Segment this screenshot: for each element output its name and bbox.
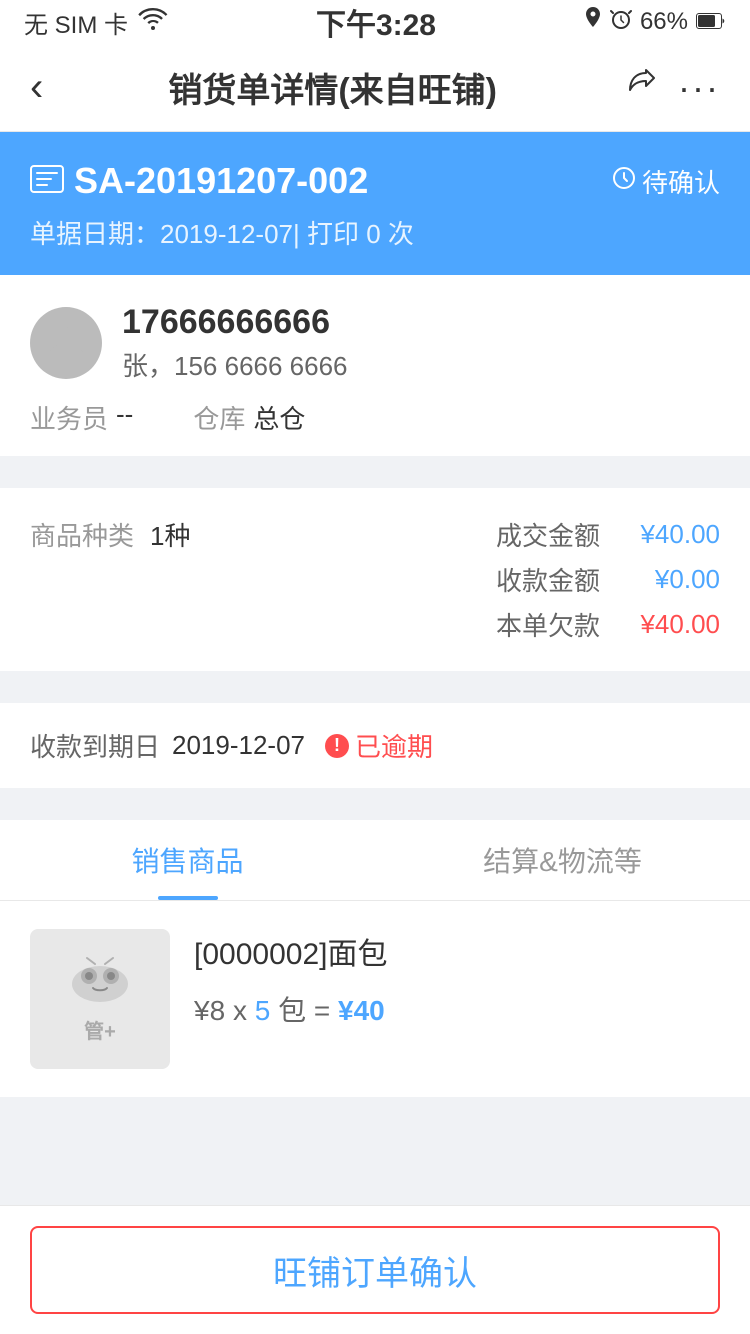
status-text: 待确认 <box>642 163 720 200</box>
balance-value: ¥40.00 <box>620 609 720 640</box>
status-bar: 无 SIM 卡 下午3:28 66% <box>0 0 750 44</box>
product-section: 管+ [0000002]面包 ¥8 x 5 包 = ¥40 <box>0 901 750 1097</box>
header-card: SA-20191207-002 待确认 单据日期：2019-12-07| 打印 … <box>0 132 750 275</box>
product-info: [0000002]面包 ¥8 x 5 包 = ¥40 <box>194 929 720 1029</box>
status-right: 66% <box>584 7 726 38</box>
customer-avatar <box>30 307 102 379</box>
tabs-section: 销售商品 结算&物流等 <box>0 820 750 901</box>
confirm-button-container: 旺铺订单确认 <box>0 1205 750 1334</box>
customer-section: 17666666666 张，156 6666 6666 业务员 -- 仓库 总仓 <box>0 275 750 456</box>
order-id: SA-20191207-002 <box>30 160 368 202</box>
overdue-badge: ! 已逾期 <box>325 727 433 764</box>
due-date-section: 收款到期日 2019-12-07 ! 已逾期 <box>0 703 750 788</box>
amount-stats: 成交金额 ¥40.00 收款金额 ¥0.00 本单欠款 ¥40.00 <box>496 516 720 643</box>
product-item: 管+ [0000002]面包 ¥8 x 5 包 = ¥40 <box>30 929 720 1069</box>
amount-value: ¥40.00 <box>620 519 720 550</box>
overdue-icon: ! <box>325 734 349 758</box>
product-calc: ¥8 x 5 包 = ¥40 <box>194 989 720 1029</box>
wifi-icon <box>138 8 168 37</box>
status-time: 下午3:28 <box>316 0 436 44</box>
customer-phone: 17666666666 <box>122 303 348 342</box>
stats-section: 商品种类 1种 成交金额 ¥40.00 收款金额 ¥0.00 本单欠款 ¥40.… <box>0 488 750 671</box>
back-button[interactable]: ‹ <box>30 65 43 110</box>
alarm-icon <box>610 8 632 37</box>
location-icon <box>584 7 602 38</box>
customer-name: 张，156 6666 6666 <box>122 346 348 383</box>
battery-icon <box>696 8 726 36</box>
nav-left: ‹ <box>30 65 43 110</box>
share-button[interactable] <box>622 66 658 109</box>
more-button[interactable]: ··· <box>678 67 720 109</box>
product-quantity: 5 <box>255 995 271 1026</box>
sales-person: 业务员 -- <box>30 399 133 436</box>
clock-icon <box>612 166 636 197</box>
status-left: 无 SIM 卡 <box>24 5 168 40</box>
order-icon <box>30 160 64 202</box>
order-date: 单据日期：2019-12-07| 打印 0 次 <box>30 214 720 251</box>
warehouse: 仓库 总仓 <box>193 399 305 436</box>
received-value: ¥0.00 <box>620 564 720 595</box>
order-status: 待确认 <box>612 163 720 200</box>
product-name: [0000002]面包 <box>194 929 720 973</box>
page-title: 销货单详情(来自旺铺) <box>168 63 497 112</box>
nav-right: ··· <box>622 66 720 109</box>
product-total: ¥40 <box>338 995 385 1026</box>
nav-bar: ‹ 销货单详情(来自旺铺) ··· <box>0 44 750 132</box>
battery-label: 66% <box>640 8 688 36</box>
product-image: 管+ <box>30 929 170 1069</box>
overdue-text: 已逾期 <box>355 727 433 764</box>
confirm-order-button[interactable]: 旺铺订单确认 <box>30 1226 720 1314</box>
sim-label: 无 SIM 卡 <box>24 5 128 40</box>
brand-label: 管+ <box>84 1015 116 1044</box>
tab-settlement[interactable]: 结算&物流等 <box>375 820 750 900</box>
tab-sales[interactable]: 销售商品 <box>0 820 375 900</box>
owl-icon <box>65 954 135 1011</box>
order-id-text: SA-20191207-002 <box>74 160 368 202</box>
